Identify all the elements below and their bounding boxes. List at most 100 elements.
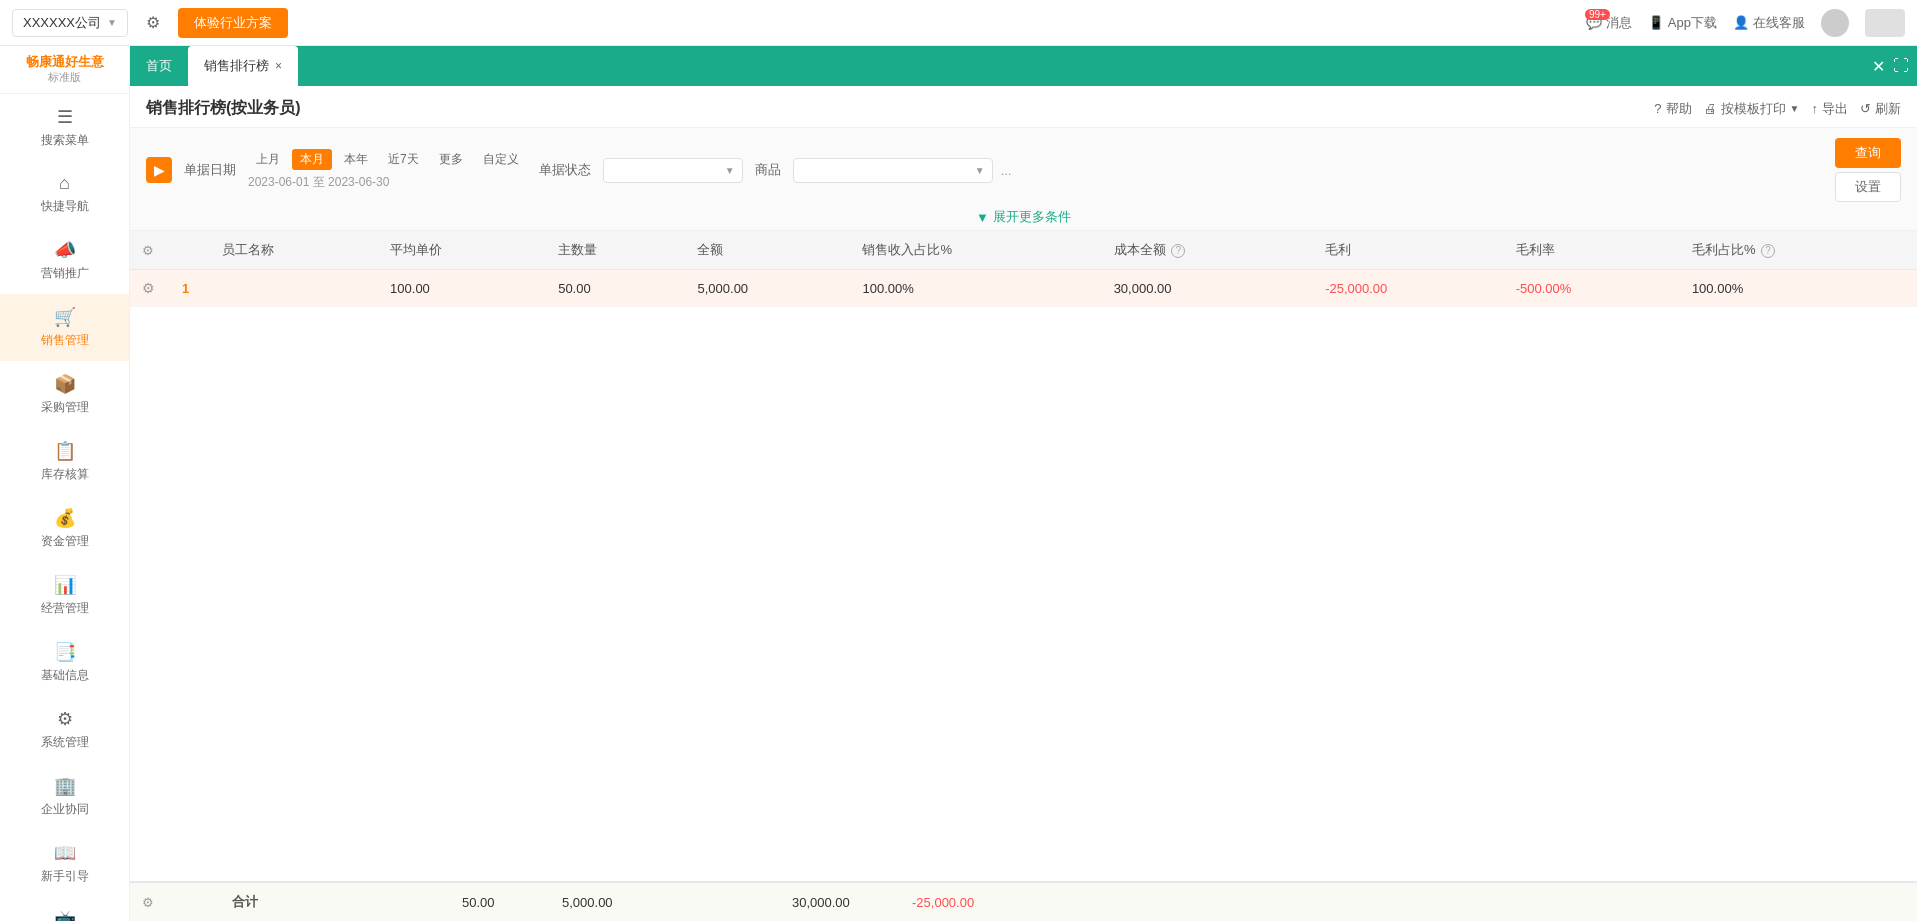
- sidebar-label-purchase: 采购管理: [41, 399, 89, 416]
- settings-icon-button[interactable]: ⚙: [138, 8, 168, 38]
- goods-select-wrapper: ▼: [793, 158, 993, 183]
- shortcut-this-month[interactable]: 本月: [292, 149, 332, 170]
- shortcut-more[interactable]: 更多: [431, 149, 471, 170]
- support-label: 在线客服: [1753, 14, 1805, 32]
- sales-icon: 🛒: [54, 306, 76, 328]
- help-button[interactable]: ? 帮助: [1654, 100, 1691, 118]
- gross-pct-info-icon[interactable]: ?: [1761, 244, 1775, 258]
- sidebar-item-guide[interactable]: 📖 新手引导: [0, 830, 129, 897]
- footer-gear-icon: ⚙: [142, 895, 154, 910]
- page-actions: ? 帮助 🖨 按模板打印 ▼ ↑ 导出 ↺: [1654, 100, 1901, 118]
- col-gross-pct: 毛利占比% ?: [1680, 231, 1917, 270]
- table-container: ⚙ 员工名称 平均单价 主数量 全额 销售收入占比% 成本全额 ?: [130, 231, 1917, 881]
- col-employee-name: 员工名称: [210, 231, 378, 270]
- export-button[interactable]: ↑ 导出: [1812, 100, 1849, 118]
- row-gear-cell: ⚙: [130, 270, 170, 307]
- sidebar-item-app-center[interactable]: 📺 应用中心: [0, 897, 129, 921]
- sidebar-label-marketing: 营销推广: [41, 265, 89, 282]
- status-select[interactable]: [603, 158, 743, 183]
- sidebar-label-sales: 销售管理: [41, 332, 89, 349]
- row-gross-rate-cell: -500.00%: [1504, 270, 1680, 307]
- action-buttons: 查询 设置: [1835, 138, 1901, 202]
- tab-maximize-icon[interactable]: ⛶: [1893, 57, 1909, 75]
- trial-button[interactable]: 体验行业方案: [178, 8, 288, 38]
- tab-sales-ranking-label: 销售排行榜: [204, 57, 269, 75]
- user-name-area: [1865, 9, 1905, 37]
- filter-area: ▶ 单据日期 上月 本月 本年 近7天 更多 自定义: [130, 128, 1917, 231]
- expand-more-button[interactable]: ▼ 展开更多条件: [976, 208, 1071, 226]
- finance-icon: 💰: [54, 507, 76, 529]
- goods-label: 商品: [755, 161, 781, 179]
- tab-bar: 首页 销售排行榜 × ✕ ⛶: [130, 46, 1917, 86]
- goods-more-icon[interactable]: ...: [997, 159, 1016, 182]
- sidebar-item-purchase[interactable]: 📦 采购管理: [0, 361, 129, 428]
- sidebar-item-search-order[interactable]: ☰ 搜索菜单: [0, 94, 129, 161]
- messages-button[interactable]: 💬 99+ 消息: [1586, 14, 1632, 32]
- message-badge: 99+: [1585, 9, 1610, 20]
- table-footer: ⚙ 合计 50.00 5,000.00: [130, 881, 1917, 921]
- date-label: 单据日期: [184, 161, 236, 179]
- row-avg-price-cell: 100.00: [378, 270, 546, 307]
- sidebar-label-finance: 资金管理: [41, 533, 89, 550]
- top-bar-right: 💬 99+ 消息 📱 App下载 👤 在线客服: [1586, 9, 1905, 37]
- tab-close-icon[interactable]: ×: [275, 59, 282, 73]
- row-rank-value: 1: [182, 281, 189, 296]
- row-gear-icon[interactable]: ⚙: [142, 280, 155, 296]
- footer-gross-profit-value: -25,000.00: [912, 895, 974, 910]
- row-gross-pct-cell: 100.00%: [1680, 270, 1917, 307]
- sidebar-item-sales[interactable]: 🛒 销售管理: [0, 294, 129, 361]
- col-avg-price: 平均单价: [378, 231, 546, 270]
- print-template-button[interactable]: 🖨 按模板打印 ▼: [1704, 100, 1800, 118]
- search-button[interactable]: 查询: [1835, 138, 1901, 168]
- sidebar-item-shortcut[interactable]: ⌂ 快捷导航: [0, 161, 129, 227]
- settings-button[interactable]: 设置: [1835, 172, 1901, 202]
- refresh-label: 刷新: [1875, 100, 1901, 118]
- footer-quantity-area: 50.00: [462, 895, 562, 910]
- tab-close-window-icon[interactable]: ✕: [1872, 57, 1885, 76]
- filter-toggle-button[interactable]: ▶: [146, 157, 172, 183]
- sidebar-item-inventory[interactable]: 📋 库存核算: [0, 428, 129, 495]
- sidebar-item-basic[interactable]: 📑 基础信息: [0, 629, 129, 696]
- sidebar-label-system: 系统管理: [41, 734, 89, 751]
- sidebar-item-finance[interactable]: 💰 资金管理: [0, 495, 129, 562]
- app-download-button[interactable]: 📱 App下载: [1648, 14, 1717, 32]
- footer-cost-amount-area: 30,000.00: [792, 895, 912, 910]
- row-sales-pct-cell: 100.00%: [850, 270, 1101, 307]
- help-label: 帮助: [1666, 100, 1692, 118]
- column-settings-icon[interactable]: ⚙: [142, 243, 154, 258]
- date-filter-group: 上月 本月 本年 近7天 更多 自定义 2023-06-01 至 2023-06…: [248, 149, 527, 191]
- footer-amount-value: 5,000.00: [562, 895, 613, 910]
- sidebar-item-enterprise[interactable]: 🏢 企业协同: [0, 763, 129, 830]
- right-panel: 首页 销售排行榜 × ✕ ⛶ 销售排行榜(按业务员): [130, 46, 1917, 921]
- messages-label: 消息: [1606, 14, 1632, 32]
- date-shortcuts: 上月 本月 本年 近7天 更多 自定义: [248, 149, 527, 170]
- refresh-button[interactable]: ↺ 刷新: [1860, 100, 1901, 118]
- page-title: 销售排行榜(按业务员): [146, 98, 301, 119]
- col-gross-rate: 毛利率: [1504, 231, 1680, 270]
- app-sub: 标准版: [48, 70, 81, 85]
- sidebar-item-operation[interactable]: 📊 经营管理: [0, 562, 129, 629]
- refresh-icon: ↺: [1860, 101, 1871, 116]
- company-selector[interactable]: XXXXXX公司 ▼: [12, 9, 128, 37]
- online-support-button[interactable]: 👤 在线客服: [1733, 14, 1805, 32]
- date-range-display: 2023-06-01 至 2023-06-30: [248, 174, 527, 191]
- avatar[interactable]: [1821, 9, 1849, 37]
- shortcut-custom[interactable]: 自定义: [475, 149, 527, 170]
- shortcut-icon: ⌂: [59, 173, 70, 194]
- cost-info-icon[interactable]: ?: [1171, 244, 1185, 258]
- table-header: ⚙ 员工名称 平均单价 主数量 全额 销售收入占比% 成本全额 ?: [130, 231, 1917, 270]
- sidebar-item-marketing[interactable]: 📣 营销推广: [0, 227, 129, 294]
- shortcut-last-month[interactable]: 上月: [248, 149, 288, 170]
- shortcut-7days[interactable]: 近7天: [380, 149, 427, 170]
- row-gross-pct-value: 100.00%: [1692, 281, 1743, 296]
- sidebar-item-system[interactable]: ⚙ 系统管理: [0, 696, 129, 763]
- table-row: ⚙ 1 100.00: [130, 270, 1917, 307]
- footer-quantity-value: 50.00: [462, 895, 495, 910]
- goods-input[interactable]: [793, 158, 993, 183]
- row-rank-cell: 1: [170, 270, 210, 307]
- marketing-icon: 📣: [54, 239, 76, 261]
- print-chevron-icon: ▼: [1790, 103, 1800, 114]
- shortcut-this-year[interactable]: 本年: [336, 149, 376, 170]
- tab-home[interactable]: 首页: [130, 46, 188, 86]
- tab-sales-ranking[interactable]: 销售排行榜 ×: [188, 46, 298, 86]
